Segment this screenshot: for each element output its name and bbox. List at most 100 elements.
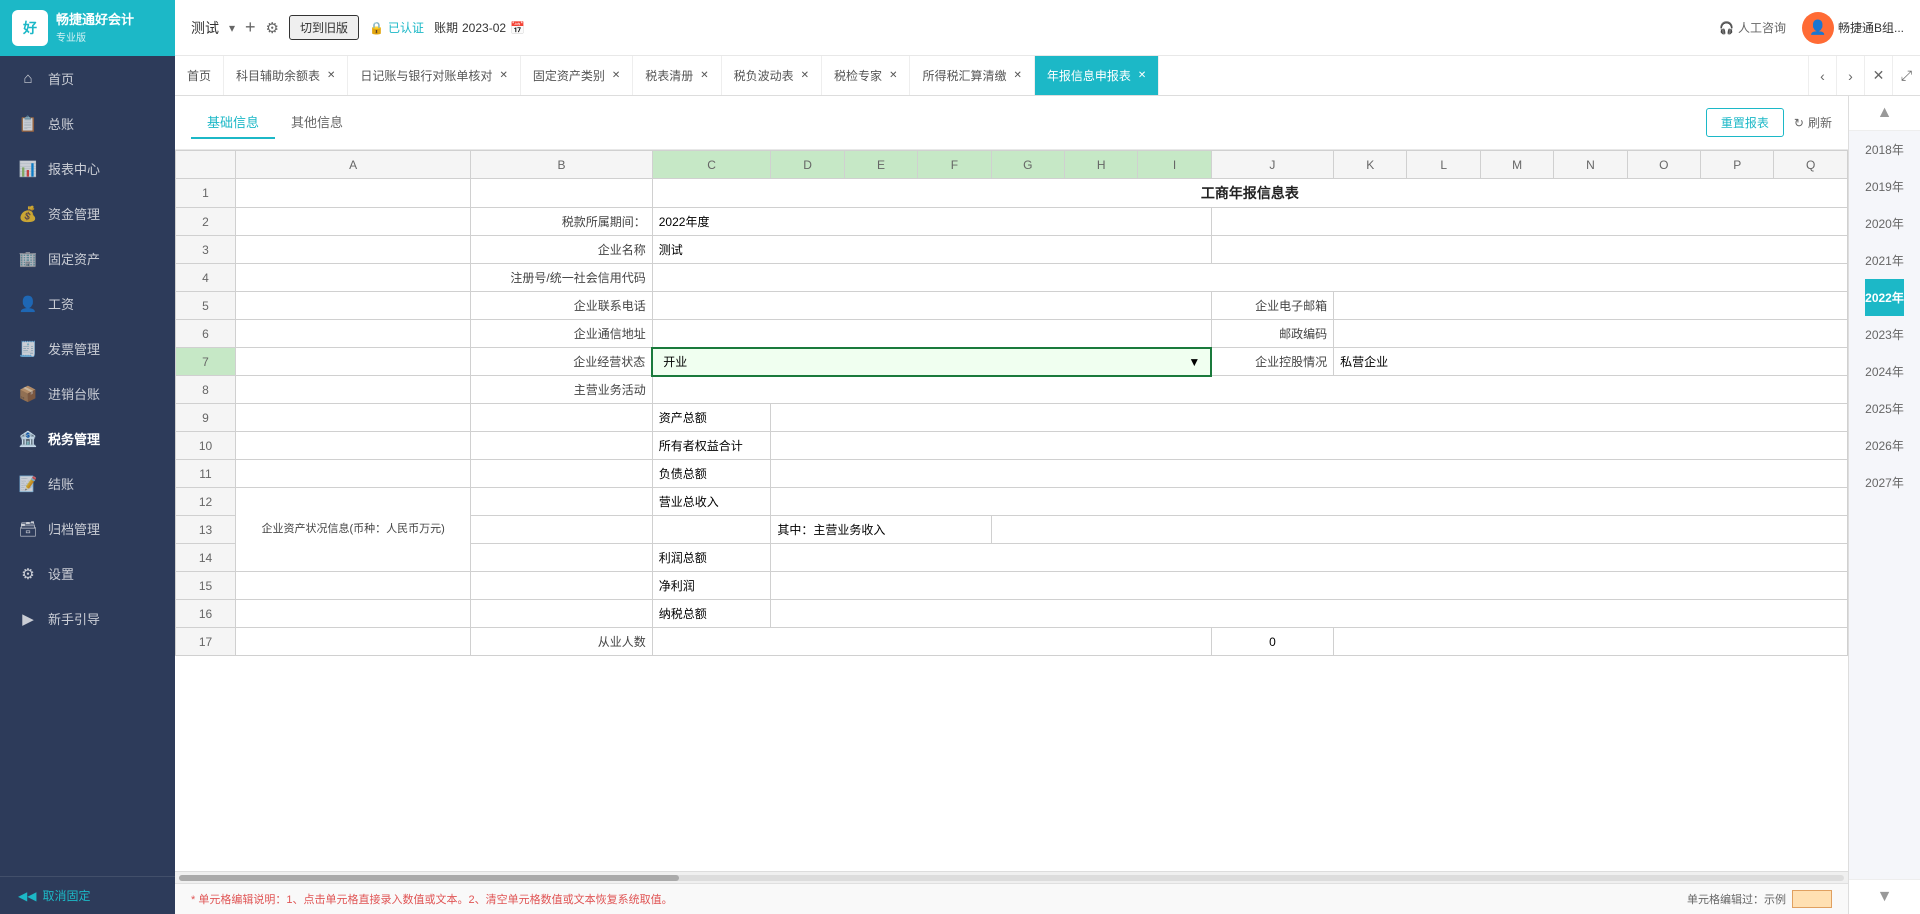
- reset-report-btn[interactable]: 重置报表: [1706, 108, 1784, 137]
- cell-14-d[interactable]: [771, 544, 1848, 572]
- sidebar-item-settings[interactable]: ⚙ 设置: [0, 551, 175, 596]
- tab-tax_expert[interactable]: 税检专家✕: [822, 56, 910, 95]
- cell-10-a[interactable]: [236, 432, 471, 460]
- cell-16-c[interactable]: 纳税总额: [652, 600, 771, 628]
- user-area[interactable]: 👤 畅捷通B组...: [1802, 12, 1904, 44]
- sidebar-item-fixed[interactable]: 🏢 固定资产: [0, 236, 175, 281]
- cell-3-j[interactable]: [1211, 236, 1847, 264]
- horizontal-scrollbar[interactable]: [175, 871, 1848, 883]
- scrollbar-track[interactable]: [179, 875, 1844, 881]
- year-item-2025[interactable]: 2025年: [1865, 390, 1904, 427]
- tab-tax_clear[interactable]: 税表清册✕: [633, 56, 721, 95]
- sidebar-item-home[interactable]: ⌂ 首页: [0, 56, 175, 101]
- col-header-l[interactable]: L: [1407, 151, 1480, 179]
- tab-journal[interactable]: 日记账与银行对账单核对✕: [348, 56, 520, 95]
- col-header-k[interactable]: K: [1334, 151, 1407, 179]
- scrollbar-thumb[interactable]: [179, 875, 679, 881]
- old-version-btn[interactable]: 切到旧版: [289, 15, 359, 40]
- cell-12-a-merged[interactable]: 企业资产状况信息(币种：人民币万元): [236, 488, 471, 572]
- cell-5-b[interactable]: 企业联系电话: [471, 292, 652, 320]
- cell-4-b[interactable]: 注册号/统一社会信用代码: [471, 264, 652, 292]
- cell-17-a[interactable]: [236, 628, 471, 656]
- sheet-tab-other[interactable]: 其他信息: [275, 106, 359, 139]
- spreadsheet-container[interactable]: A B C D E F G H I J K L M: [175, 150, 1848, 871]
- cell-5-c[interactable]: [652, 292, 1211, 320]
- cell-16-b[interactable]: [471, 600, 652, 628]
- cell-11-d[interactable]: [771, 460, 1848, 488]
- cell-16-a[interactable]: [236, 600, 471, 628]
- cell-2-c[interactable]: 2022年度: [652, 208, 1211, 236]
- tab-nav-prev[interactable]: ‹: [1808, 56, 1836, 95]
- service-btn[interactable]: 🎧 人工咨询: [1719, 19, 1786, 36]
- year-item-2026[interactable]: 2026年: [1865, 427, 1904, 464]
- cell-9-a[interactable]: [236, 404, 471, 432]
- cell-3-c[interactable]: 测试: [652, 236, 1211, 264]
- cell-1-b[interactable]: [471, 179, 652, 208]
- year-item-2018[interactable]: 2018年: [1865, 131, 1904, 168]
- year-item-2019[interactable]: 2019年: [1865, 168, 1904, 205]
- workspace-dropdown[interactable]: ▾: [229, 21, 235, 35]
- cell-17-b[interactable]: 从业人数: [471, 628, 652, 656]
- cell-4-a[interactable]: [236, 264, 471, 292]
- tab-close-tax_expert[interactable]: ✕: [889, 70, 897, 81]
- sheet-tab-basic[interactable]: 基础信息: [191, 106, 275, 139]
- cell-17-j[interactable]: 0: [1211, 628, 1333, 656]
- sidebar-item-report[interactable]: 📊 报表中心: [0, 146, 175, 191]
- cell-7-j[interactable]: 企业控股情况: [1211, 348, 1333, 376]
- cell-2-b[interactable]: 税款所属期间：: [471, 208, 652, 236]
- cell-9-b[interactable]: [471, 404, 652, 432]
- tab-tax_calc[interactable]: 所得税汇算清缴✕: [910, 56, 1034, 95]
- calendar-icon[interactable]: 📅: [510, 21, 525, 35]
- year-nav-up[interactable]: ▲: [1849, 96, 1920, 131]
- tab-home[interactable]: 首页: [175, 56, 224, 95]
- settings-icon[interactable]: ⚙: [266, 19, 279, 37]
- year-nav-down[interactable]: ▼: [1849, 879, 1920, 914]
- tab-close-tax_calc[interactable]: ✕: [1013, 70, 1021, 81]
- col-header-i[interactable]: I: [1138, 151, 1211, 179]
- cell-13-b[interactable]: [471, 516, 652, 544]
- col-header-e[interactable]: E: [844, 151, 917, 179]
- cell-1-a[interactable]: [236, 179, 471, 208]
- col-header-q[interactable]: Q: [1774, 151, 1848, 179]
- tab-annual_report[interactable]: 年报信息申报表✕: [1035, 56, 1159, 95]
- sidebar-item-settle[interactable]: 📝 结账: [0, 461, 175, 506]
- cell-6-k[interactable]: [1334, 320, 1848, 348]
- cell-1-title[interactable]: 工商年报信息表: [652, 179, 1847, 208]
- cell-16-d[interactable]: [771, 600, 1848, 628]
- cell-4-c[interactable]: [652, 264, 1847, 292]
- cell-7-b[interactable]: 企业经营状态: [471, 348, 652, 376]
- cell-17-k[interactable]: [1334, 628, 1848, 656]
- cell-6-c[interactable]: [652, 320, 1211, 348]
- cell-6-b[interactable]: 企业通信地址: [471, 320, 652, 348]
- cell-8-a[interactable]: [236, 376, 471, 404]
- col-header-d[interactable]: D: [771, 151, 844, 179]
- cell-7-a[interactable]: [236, 348, 471, 376]
- col-header-f[interactable]: F: [918, 151, 991, 179]
- year-item-2022[interactable]: 2022年: [1865, 279, 1904, 316]
- cell-12-d[interactable]: [771, 488, 1848, 516]
- cell-15-d[interactable]: [771, 572, 1848, 600]
- cell-10-d[interactable]: [771, 432, 1848, 460]
- sidebar-item-finance[interactable]: 💰 资金管理: [0, 191, 175, 236]
- sidebar-item-guide[interactable]: ▶ 新手引导: [0, 596, 175, 641]
- cell-2-a[interactable]: [236, 208, 471, 236]
- year-item-2021[interactable]: 2021年: [1865, 242, 1904, 279]
- tab-close-tax_clear[interactable]: ✕: [700, 70, 708, 81]
- year-item-2023[interactable]: 2023年: [1865, 316, 1904, 353]
- cell-6-j[interactable]: 邮政编码: [1211, 320, 1333, 348]
- cell-8-c[interactable]: [652, 376, 1847, 404]
- cell-9-d[interactable]: [771, 404, 1848, 432]
- tab-close-fixed_category[interactable]: ✕: [612, 70, 620, 81]
- cell-3-b[interactable]: 企业名称: [471, 236, 652, 264]
- sidebar-cancel-fixed[interactable]: ◀◀ 取消固定: [0, 876, 175, 914]
- col-header-c[interactable]: C: [652, 151, 771, 179]
- cell-11-b[interactable]: [471, 460, 652, 488]
- tab-close-journal[interactable]: ✕: [499, 70, 507, 81]
- cell-8-b[interactable]: 主营业务活动: [471, 376, 652, 404]
- cell-5-a[interactable]: [236, 292, 471, 320]
- add-workspace-btn[interactable]: +: [245, 17, 256, 38]
- cell-6-a[interactable]: [236, 320, 471, 348]
- cell-10-c[interactable]: 所有者权益合计: [652, 432, 771, 460]
- cell-5-k[interactable]: [1334, 292, 1848, 320]
- cell-13-g[interactable]: [991, 516, 1847, 544]
